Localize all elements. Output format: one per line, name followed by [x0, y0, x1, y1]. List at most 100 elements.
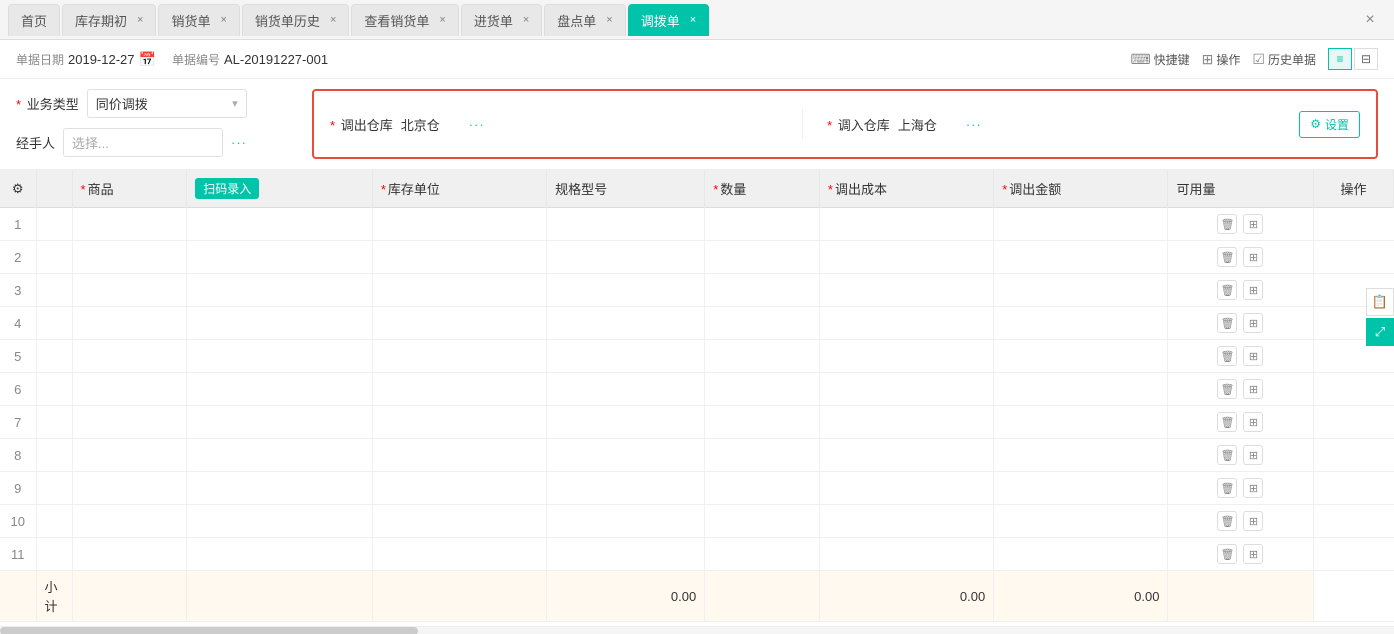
delete-icon[interactable]: 🗑: [1217, 313, 1237, 333]
table-body: 1🗑⊞ 2🗑⊞ 3🗑⊞ 4🗑⊞ 5🗑⊞ 6🗑⊞ 7🗑⊞ 8🗑⊞ 9🗑⊞ 10🗑⊞…: [0, 208, 1394, 622]
tab-close-inventory-init[interactable]: ×: [137, 14, 143, 26]
calendar-icon[interactable]: 📅: [139, 51, 156, 68]
tab-inventory-init[interactable]: 库存期初 ×: [62, 4, 156, 36]
form-section: * 业务类型 同价调拨 ▾ 经手人 选择... ··· *: [0, 79, 1394, 169]
operations-button[interactable]: ⊞ 操作: [1202, 51, 1241, 68]
data-table: ⚙ *商品 扫码录入 *库存单位 规格型号 *数量 *调出成本 *调出金额 可用…: [0, 170, 1394, 622]
delete-icon[interactable]: 🗑: [1217, 478, 1237, 498]
delete-icon[interactable]: 🗑: [1217, 247, 1237, 267]
table-header-available: 可用量: [1168, 170, 1314, 208]
history-icon: ☑: [1252, 51, 1265, 68]
tab-close-sales-order[interactable]: ×: [220, 14, 226, 26]
tab-sales-history[interactable]: 销货单历史 ×: [242, 4, 349, 36]
warehouse-out-more-button[interactable]: ···: [469, 117, 485, 132]
date-field: 单据日期 2019-12-27 📅: [16, 51, 156, 68]
view-toggle: ≡ ⊟: [1328, 48, 1378, 70]
table-header-gear[interactable]: ⚙: [0, 170, 36, 208]
tab-close-sales-history[interactable]: ×: [330, 14, 336, 26]
doc-no-field: 单据编号 AL-20191227-001: [172, 51, 328, 68]
table-header-num: [36, 170, 72, 208]
delete-icon[interactable]: 🗑: [1217, 412, 1237, 432]
copy-icon[interactable]: ⊞: [1243, 478, 1263, 498]
warehouse-out-value: 北京仓: [401, 115, 461, 134]
table-container: ⚙ *商品 扫码录入 *库存单位 规格型号 *数量 *调出成本 *调出金额 可用…: [0, 169, 1394, 626]
delete-icon[interactable]: 🗑: [1217, 511, 1237, 531]
copy-icon[interactable]: ⊞: [1243, 247, 1263, 267]
table-header-row: ⚙ *商品 扫码录入 *库存单位 规格型号 *数量 *调出成本 *调出金额 可用…: [0, 170, 1394, 208]
table-row: 5🗑⊞: [0, 340, 1394, 373]
copy-icon[interactable]: ⊞: [1243, 544, 1263, 564]
copy-icon[interactable]: ⊞: [1243, 511, 1263, 531]
tab-close-transfer[interactable]: ×: [690, 14, 696, 26]
main-content: 单据日期 2019-12-27 📅 单据编号 AL-20191227-001 ⌨…: [0, 40, 1394, 634]
bottom-scrollbar[interactable]: [0, 626, 1394, 634]
tab-home[interactable]: 首页: [8, 4, 60, 36]
operation-icon: ⊞: [1202, 51, 1214, 68]
toolbar: 单据日期 2019-12-27 📅 单据编号 AL-20191227-001 ⌨…: [0, 40, 1394, 79]
handler-label: 经手人: [16, 133, 55, 152]
warehouse-in-more-button[interactable]: ···: [966, 117, 982, 132]
copy-icon[interactable]: ⊞: [1243, 445, 1263, 465]
delete-icon[interactable]: 🗑: [1217, 445, 1237, 465]
copy-icon[interactable]: ⊞: [1243, 280, 1263, 300]
copy-icon[interactable]: ⊞: [1243, 346, 1263, 366]
scan-entry-button[interactable]: 扫码录入: [195, 178, 259, 199]
copy-icon[interactable]: ⊞: [1243, 379, 1263, 399]
delete-icon[interactable]: 🗑: [1217, 544, 1237, 564]
settings-button[interactable]: ⚙ 设置: [1299, 111, 1360, 138]
table-row: 7🗑⊞: [0, 406, 1394, 439]
table-row: 8🗑⊞: [0, 439, 1394, 472]
history-button[interactable]: ☑ 历史单据: [1252, 51, 1316, 68]
tab-purchase-order[interactable]: 进货单 ×: [461, 4, 542, 36]
tab-close-view-sales[interactable]: ×: [439, 14, 445, 26]
warehouse-divider: [802, 109, 803, 139]
copy-icon[interactable]: ⊞: [1243, 214, 1263, 234]
table-header-amount: *调出金额: [994, 170, 1168, 208]
subtotal-row: 小计 0.00 0.00 0.00: [0, 571, 1394, 622]
right-toolbar: ⌨ 快捷键 ⊞ 操作 ☑ 历史单据 ≡ ⊟: [1130, 48, 1378, 70]
table-header-scan: 扫码录入: [187, 170, 373, 208]
right-float-buttons: 📋 ⤢: [1366, 288, 1394, 346]
shortcut-icon: ⌨: [1130, 51, 1150, 68]
warehouse-out-field: * 调出仓库 北京仓 ···: [330, 115, 778, 134]
note-float-button[interactable]: 📋: [1366, 288, 1394, 316]
window-close-button[interactable]: ×: [1354, 4, 1386, 36]
handler-more-button[interactable]: ···: [231, 135, 247, 150]
table-header-quantity: *数量: [705, 170, 820, 208]
copy-icon[interactable]: ⊞: [1243, 412, 1263, 432]
tab-close-stocktake[interactable]: ×: [606, 14, 612, 26]
table-row: 4🗑⊞: [0, 307, 1394, 340]
settings-gear-icon: ⚙: [1310, 117, 1321, 131]
delete-icon[interactable]: 🗑: [1217, 379, 1237, 399]
delete-icon[interactable]: 🗑: [1217, 214, 1237, 234]
list-view-button[interactable]: ≡: [1328, 48, 1352, 70]
table-row: 1🗑⊞: [0, 208, 1394, 241]
tab-close-purchase-order[interactable]: ×: [523, 14, 529, 26]
table-header-unit: *库存单位: [372, 170, 546, 208]
scroll-thumb[interactable]: [0, 627, 418, 634]
business-type-label: 业务类型: [27, 97, 79, 112]
grid-view-button[interactable]: ⊟: [1354, 48, 1378, 70]
tab-view-sales[interactable]: 查看销货单 ×: [351, 4, 458, 36]
table-row: 11🗑⊞: [0, 538, 1394, 571]
table-header-action: 操作: [1314, 170, 1394, 208]
table-header-cost: *调出成本: [819, 170, 993, 208]
table-row: 6🗑⊞: [0, 373, 1394, 406]
table-header-product: *商品: [72, 170, 187, 208]
tab-bar: 首页 库存期初 × 销货单 × 销货单历史 × 查看销货单 × 进货单 × 盘点…: [0, 0, 1394, 40]
table-row: 2🗑⊞: [0, 241, 1394, 274]
warehouse-box: * 调出仓库 北京仓 ··· * 调入仓库 上海仓 ··· ⚙ 设置: [312, 89, 1378, 159]
tab-stocktake[interactable]: 盘点单 ×: [544, 4, 625, 36]
business-type-select[interactable]: 同价调拨 ▾: [87, 89, 247, 118]
dropdown-arrow-icon: ▾: [232, 97, 238, 110]
shortcuts-button[interactable]: ⌨ 快捷键: [1130, 51, 1189, 68]
delete-icon[interactable]: 🗑: [1217, 280, 1237, 300]
copy-icon[interactable]: ⊞: [1243, 313, 1263, 333]
tab-sales-order[interactable]: 销货单 ×: [158, 4, 239, 36]
external-link-float-button[interactable]: ⤢: [1366, 318, 1394, 346]
table-row: 9🗑⊞: [0, 472, 1394, 505]
tab-transfer[interactable]: 调拨单 ×: [628, 4, 709, 36]
handler-select[interactable]: 选择...: [63, 128, 223, 157]
delete-icon[interactable]: 🗑: [1217, 346, 1237, 366]
table-row: 10🗑⊞: [0, 505, 1394, 538]
